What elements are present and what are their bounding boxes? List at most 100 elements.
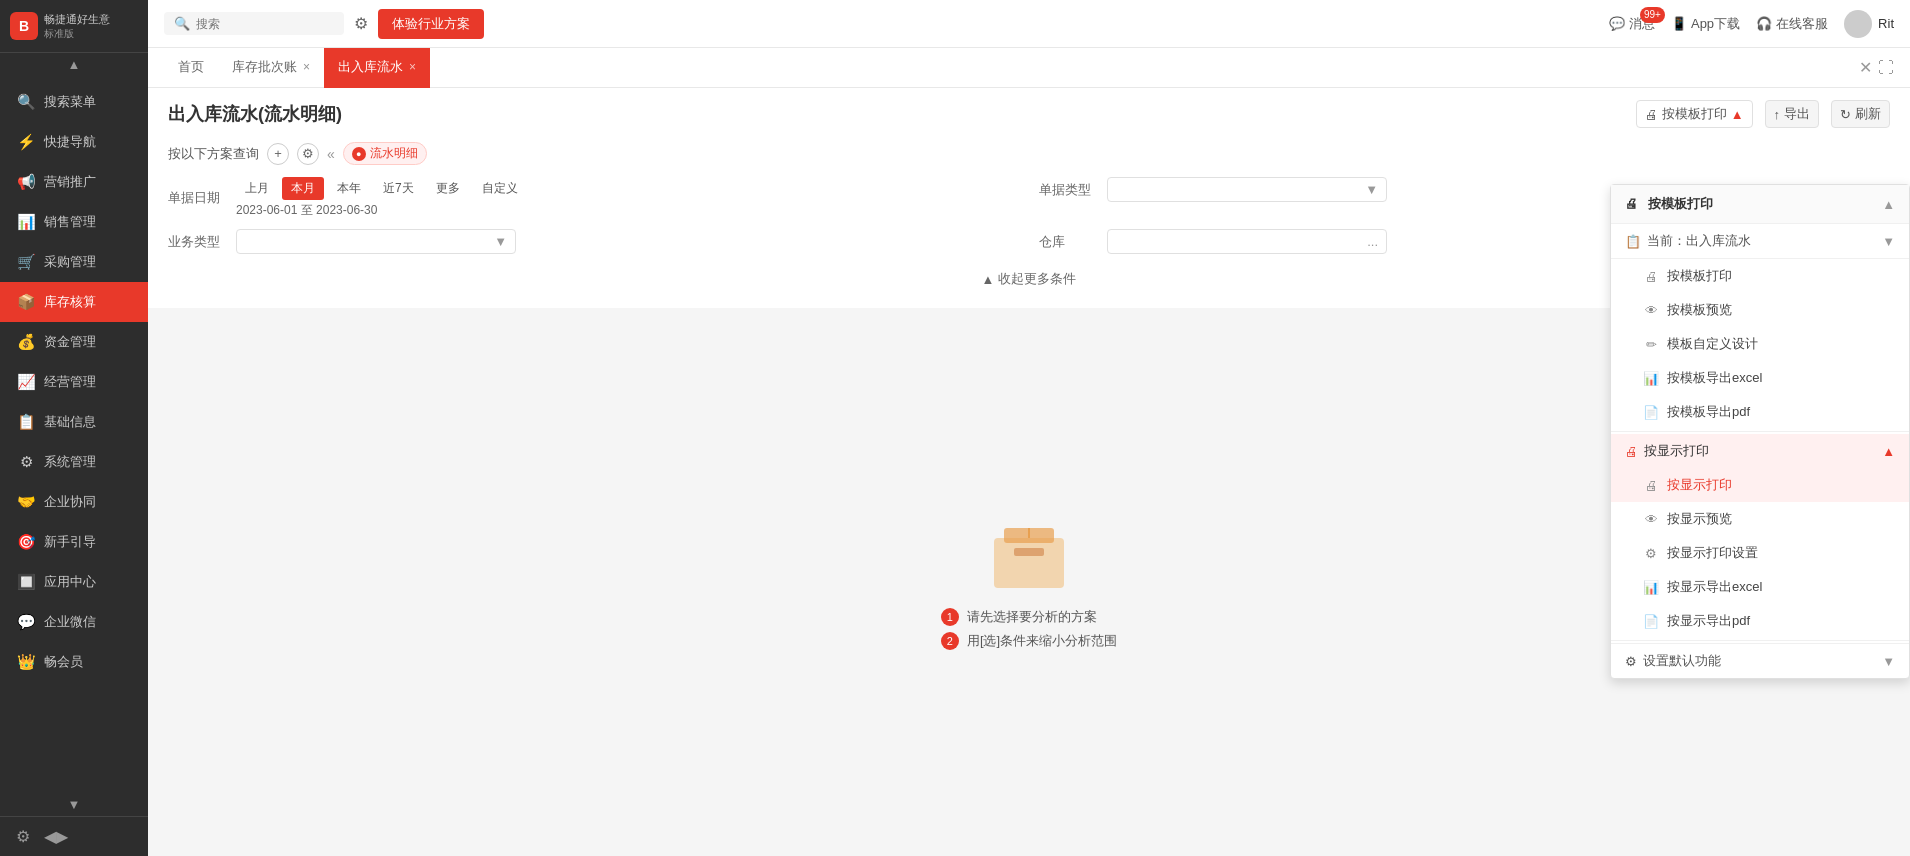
dropdown-item-display-print[interactable]: 🖨 按显示打印: [1611, 468, 1909, 502]
dropdown-footer[interactable]: ⚙ 设置默认功能 ▼: [1611, 643, 1909, 678]
tab-flow-close[interactable]: ×: [409, 60, 416, 74]
sidebar-scroll-up[interactable]: ▲: [0, 53, 148, 76]
display-settings-label: 按显示打印设置: [1667, 544, 1758, 562]
tabbar-expand-icon[interactable]: ⛶: [1878, 59, 1894, 77]
print-template-button[interactable]: 🖨 按模板打印 ▲: [1636, 100, 1753, 128]
display-section-arrow: ▲: [1882, 444, 1895, 459]
warehouse-select[interactable]: ...: [1107, 229, 1387, 254]
filter-query-label: 按以下方案查询: [168, 145, 259, 163]
dropdown-item-display-settings[interactable]: ⚙ 按显示打印设置: [1611, 536, 1909, 570]
display-pdf-label: 按显示导出pdf: [1667, 612, 1750, 630]
date-range: 2023-06-01 至 2023-06-30: [236, 202, 527, 219]
date-btn-more[interactable]: 更多: [427, 177, 469, 200]
dropdown-item-template-excel[interactable]: 📊 按模板导出excel: [1611, 361, 1909, 395]
sidebar-item-search[interactable]: 🔍 搜索菜单: [0, 82, 148, 122]
filter-add-button[interactable]: +: [267, 143, 289, 165]
sidebar-scroll-down[interactable]: ▼: [0, 793, 148, 816]
sidebar-label-basics: 基础信息: [44, 413, 96, 431]
dropdown-arrow-up[interactable]: ▲: [1882, 197, 1895, 212]
sidebar-item-finance[interactable]: 💰 资金管理: [0, 322, 148, 362]
sidebar-item-cooperation[interactable]: 🤝 企业协同: [0, 482, 148, 522]
display-print-icon: 🖨: [1643, 477, 1659, 493]
sidebar-item-marketing[interactable]: 📢 营销推广: [0, 162, 148, 202]
tab-flow[interactable]: 出入库流水 ×: [324, 48, 430, 88]
display-excel-label: 按显示导出excel: [1667, 578, 1762, 596]
sidebar-item-wechat[interactable]: 💬 企业微信: [0, 602, 148, 642]
page-title: 出入库流水(流水明细): [168, 102, 342, 126]
apps-icon: 🔲: [16, 572, 36, 592]
filter-toolbar: 按以下方案查询 + ⚙ « ● 流水明细: [168, 142, 1890, 165]
dropdown-current-template[interactable]: 📋 当前：出入库流水 ▼: [1611, 224, 1909, 259]
sidebar-item-sales[interactable]: 📊 销售管理: [0, 202, 148, 242]
user-name: Rit: [1878, 16, 1894, 31]
printer-icon-sm: 🖨: [1625, 196, 1638, 211]
box-icon: 📦: [16, 292, 36, 312]
trial-button[interactable]: 体验行业方案: [378, 9, 484, 39]
sidebar-item-apps[interactable]: 🔲 应用中心: [0, 562, 148, 602]
display-pdf-icon: 📄: [1643, 613, 1659, 629]
dropdown-item-display-excel[interactable]: 📊 按显示导出excel: [1611, 570, 1909, 604]
filter-setting-button[interactable]: ⚙: [297, 143, 319, 165]
date-btn-this-year[interactable]: 本年: [328, 177, 370, 200]
current-template-label: 当前：出入库流水: [1647, 232, 1751, 250]
print-dropdown-panel: 🖨 按模板打印 ▲ 📋 当前：出入库流水 ▼ 🖨 按模板打印 👁 按模板预览: [1610, 184, 1910, 679]
dropdown-divider: [1611, 431, 1909, 432]
online-service-label: 在线客服: [1776, 15, 1828, 33]
template-excel-label: 按模板导出excel: [1667, 369, 1762, 387]
export-label: 导出: [1784, 105, 1810, 123]
warehouse-more[interactable]: ...: [1367, 234, 1378, 249]
online-service-button[interactable]: 🎧 在线客服: [1756, 15, 1828, 33]
user-menu[interactable]: Rit: [1844, 10, 1894, 38]
dropdown-item-display-pdf[interactable]: 📄 按显示导出pdf: [1611, 604, 1909, 638]
sidebar-item-system[interactable]: ⚙ 系统管理: [0, 442, 148, 482]
voucher-type-select[interactable]: ▼: [1107, 177, 1387, 202]
message-button[interactable]: 💬 消息 99+: [1609, 15, 1655, 33]
tabbar: 首页 库存批次账 × 出入库流水 × ✕ ⛶: [148, 48, 1910, 88]
dropdown-display-section[interactable]: 🖨 按显示打印 ▲: [1611, 434, 1909, 468]
refresh-button[interactable]: ↻ 刷新: [1831, 100, 1890, 128]
dropdown-item-template-pdf[interactable]: 📄 按模板导出pdf: [1611, 395, 1909, 429]
sidebar-item-basics[interactable]: 📋 基础信息: [0, 402, 148, 442]
date-btn-custom[interactable]: 自定义: [473, 177, 527, 200]
dropdown-item-template-print[interactable]: 🖨 按模板打印: [1611, 259, 1909, 293]
date-btn-this-month[interactable]: 本月: [282, 177, 324, 200]
topbar-gear-icon[interactable]: ⚙: [354, 14, 368, 33]
empty-step-1: 1 请先选择要分析的方案: [941, 608, 1117, 626]
tab-home[interactable]: 首页: [164, 48, 218, 88]
tab-batch[interactable]: 库存批次账 ×: [218, 48, 324, 88]
dropdown-item-display-preview[interactable]: 👁 按显示预览: [1611, 502, 1909, 536]
user-avatar: [1844, 10, 1872, 38]
sidebar-item-inventory[interactable]: 📦 库存核算: [0, 282, 148, 322]
date-btn-7days[interactable]: 近7天: [374, 177, 423, 200]
tabbar-actions: ✕ ⛶: [1859, 58, 1894, 77]
sidebar-item-purchase[interactable]: 🛒 采购管理: [0, 242, 148, 282]
sidebar-item-quick-nav[interactable]: ⚡ 快捷导航: [0, 122, 148, 162]
settings-icon[interactable]: ⚙: [16, 827, 30, 846]
sidebar-label-quick-nav: 快捷导航: [44, 133, 96, 151]
voucher-type-arrow: ▼: [1365, 182, 1378, 197]
collapse-icon[interactable]: ◀▶: [44, 827, 68, 846]
app-version: 标准版: [44, 27, 110, 40]
sidebar-item-operations[interactable]: 📈 经营管理: [0, 362, 148, 402]
refresh-label: 刷新: [1855, 105, 1881, 123]
business-type-select[interactable]: ▼: [236, 229, 516, 254]
search-icon: 🔍: [174, 16, 190, 31]
filter-tag[interactable]: ● 流水明细: [343, 142, 427, 165]
date-btn-last-month[interactable]: 上月: [236, 177, 278, 200]
search-input[interactable]: [196, 17, 316, 31]
tabbar-close-icon[interactable]: ✕: [1859, 58, 1872, 77]
filter-collapse-button[interactable]: «: [327, 146, 335, 162]
sidebar-bottom: ⚙ ◀▶: [0, 816, 148, 856]
sidebar-label-inventory: 库存核算: [44, 293, 96, 311]
main-area: 🔍 ⚙ 体验行业方案 💬 消息 99+ 📱 App下载 🎧 在线客服 Rit: [148, 0, 1910, 856]
export-button[interactable]: ↑ 导出: [1765, 100, 1820, 128]
collapse-more-label: 收起更多条件: [998, 270, 1076, 288]
topbar-search-box[interactable]: 🔍: [164, 12, 344, 35]
dropdown-item-template-custom[interactable]: ✏ 模板自定义设计: [1611, 327, 1909, 361]
sidebar-item-newbie[interactable]: 🎯 新手引导: [0, 522, 148, 562]
tab-batch-close[interactable]: ×: [303, 60, 310, 74]
sidebar-label-marketing: 营销推广: [44, 173, 96, 191]
dropdown-item-template-preview[interactable]: 👁 按模板预览: [1611, 293, 1909, 327]
app-download-button[interactable]: 📱 App下载: [1671, 15, 1740, 33]
sidebar-item-members[interactable]: 👑 畅会员: [0, 642, 148, 682]
